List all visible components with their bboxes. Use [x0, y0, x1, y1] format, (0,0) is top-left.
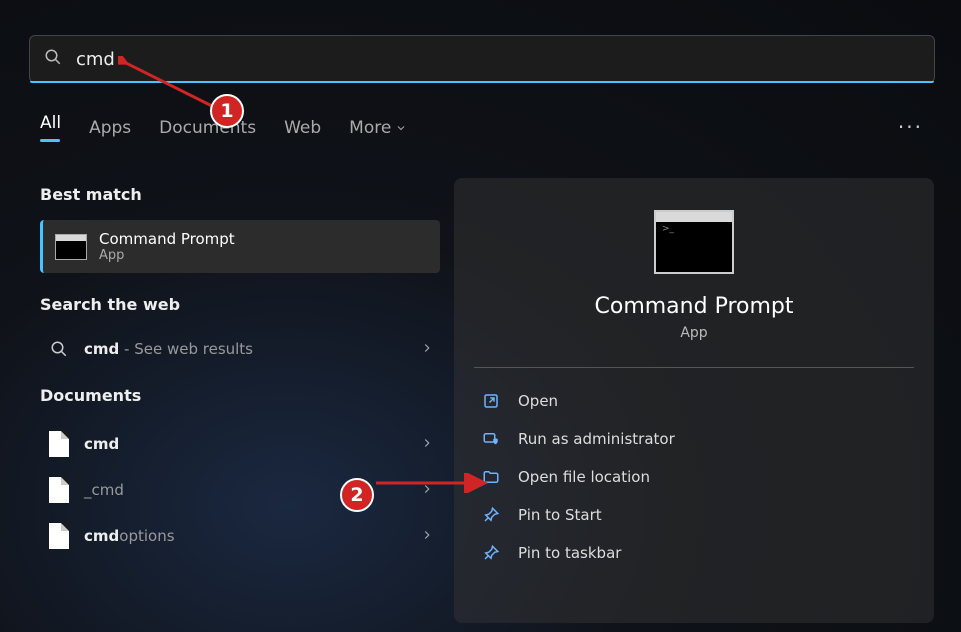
- chevron-right-icon: [420, 435, 434, 454]
- preview-title: Command Prompt: [474, 294, 914, 319]
- pin-icon: [482, 544, 500, 562]
- best-match-result[interactable]: Command Prompt App: [40, 220, 440, 273]
- document-icon: [46, 431, 72, 457]
- action-label: Open file location: [518, 468, 650, 486]
- annotation-badge-2: 2: [340, 478, 374, 512]
- action-open[interactable]: Open: [474, 382, 914, 420]
- document-result[interactable]: cmd: [40, 421, 440, 467]
- admin-shield-icon: [482, 430, 500, 448]
- preview-panel: Command Prompt App Open Run as administr…: [454, 178, 934, 623]
- best-match-title: Command Prompt: [99, 230, 235, 248]
- annotation-badge-1: 1: [210, 94, 244, 128]
- action-label: Open: [518, 392, 558, 410]
- action-pin-to-start[interactable]: Pin to Start: [474, 496, 914, 534]
- tab-web[interactable]: Web: [284, 118, 321, 148]
- web-result-text: cmd - See web results: [84, 340, 253, 358]
- search-icon: [44, 48, 62, 70]
- best-match-subtitle: App: [99, 248, 235, 263]
- tab-all[interactable]: All: [40, 113, 61, 152]
- document-icon: [46, 523, 72, 549]
- action-run-as-administrator[interactable]: Run as administrator: [474, 420, 914, 458]
- tab-more[interactable]: More: [349, 118, 407, 148]
- tab-documents[interactable]: Documents: [159, 118, 256, 148]
- documents-header: Documents: [40, 386, 440, 405]
- action-open-file-location[interactable]: Open file location: [474, 458, 914, 496]
- web-result[interactable]: cmd - See web results: [40, 330, 440, 368]
- web-header: Search the web: [40, 295, 440, 314]
- pin-icon: [482, 506, 500, 524]
- results-column: Best match Command Prompt App Search the…: [40, 185, 440, 559]
- search-icon: [46, 340, 72, 358]
- document-name: cmd: [84, 435, 119, 453]
- divider: [474, 367, 914, 368]
- chevron-down-icon: [395, 122, 407, 134]
- document-result[interactable]: cmdoptions: [40, 513, 440, 559]
- action-label: Pin to Start: [518, 506, 602, 524]
- annotation-arrow: [372, 473, 492, 493]
- preview-subtitle: App: [474, 325, 914, 341]
- document-name: _cmd: [84, 481, 124, 499]
- open-icon: [482, 392, 500, 410]
- chevron-right-icon: [420, 340, 434, 359]
- action-label: Run as administrator: [518, 430, 675, 448]
- document-name: cmdoptions: [84, 527, 175, 545]
- tab-apps[interactable]: Apps: [89, 118, 131, 148]
- overflow-menu-button[interactable]: ···: [898, 115, 923, 139]
- command-prompt-icon: [55, 234, 87, 260]
- chevron-right-icon: [420, 527, 434, 546]
- command-prompt-icon: [654, 210, 734, 274]
- action-label: Pin to taskbar: [518, 544, 621, 562]
- document-icon: [46, 477, 72, 503]
- best-match-header: Best match: [40, 185, 440, 204]
- action-pin-to-taskbar[interactable]: Pin to taskbar: [474, 534, 914, 572]
